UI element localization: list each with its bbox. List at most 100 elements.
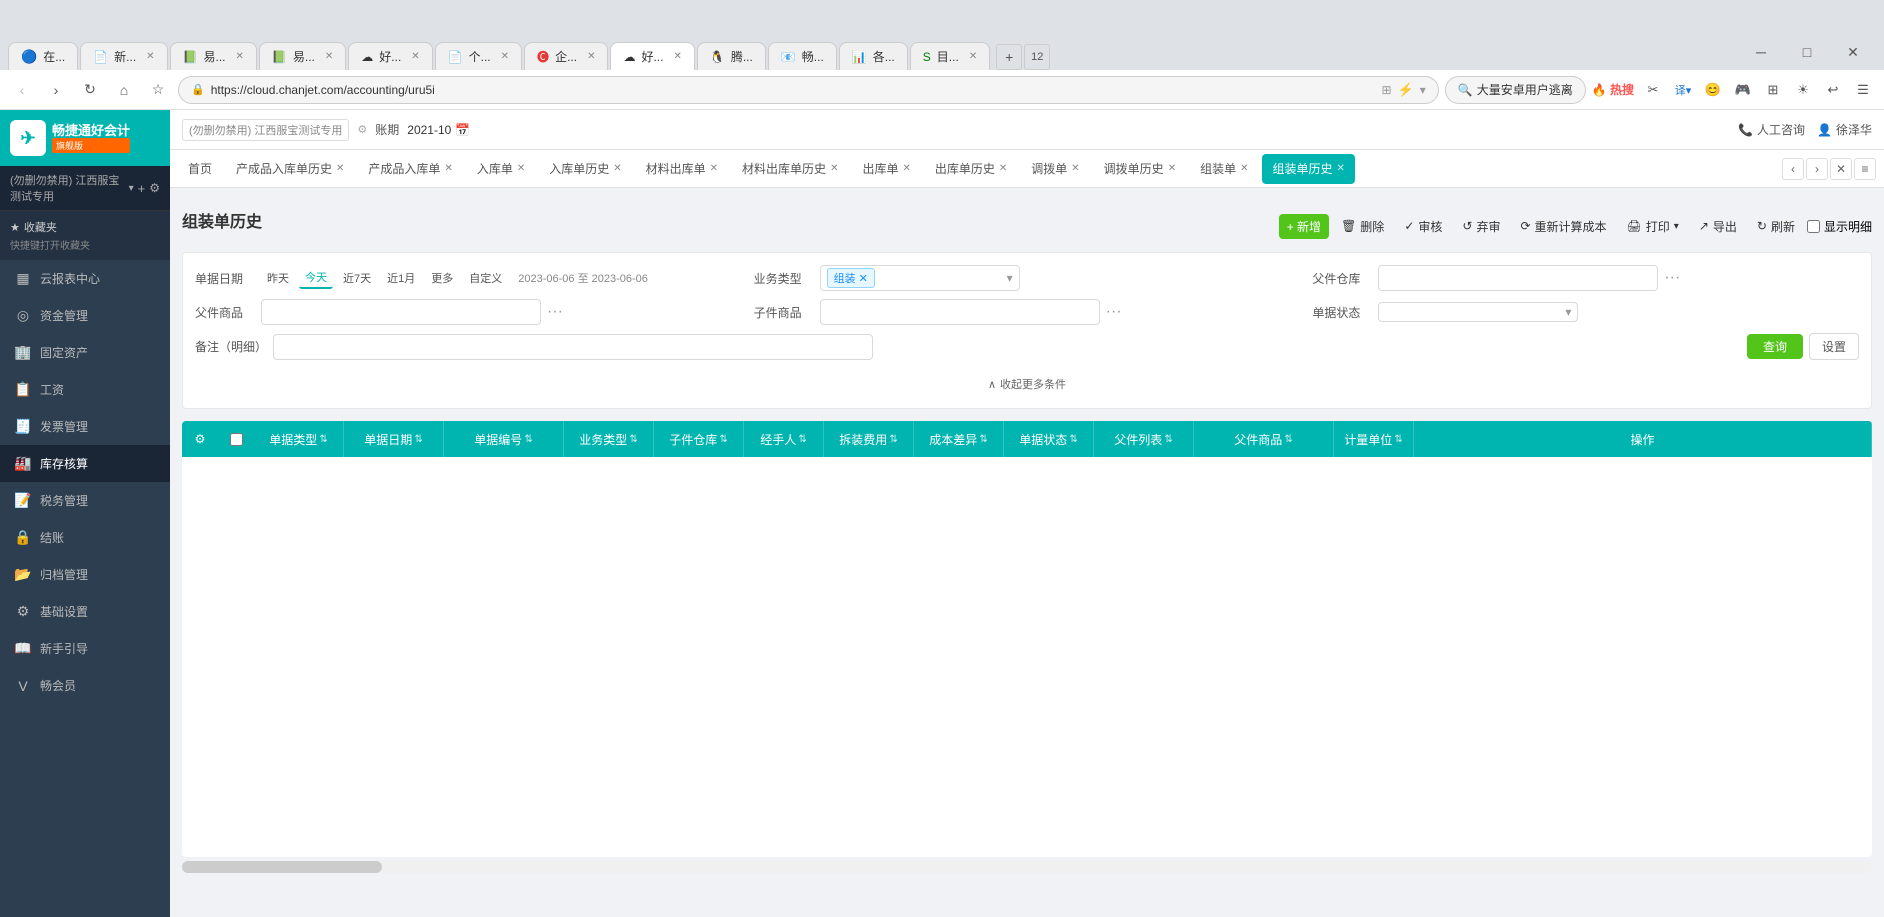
browser-tab-4[interactable]: 📗 易... ✕ — [259, 42, 346, 70]
tab-close-icon[interactable]: ✕ — [710, 163, 718, 174]
select-all-checkbox[interactable] — [230, 433, 243, 446]
th-parentlist[interactable]: 父件列表 ⇅ — [1094, 421, 1194, 457]
sidebar-item-guide[interactable]: 📖 新手引导 — [0, 630, 170, 667]
browser-tab-10[interactable]: 📧 畅... — [768, 42, 837, 70]
help-btn[interactable]: 📞 人工咨询 — [1738, 121, 1805, 138]
app-tab-home[interactable]: 首页 — [178, 154, 222, 184]
sidebar-item-inventory[interactable]: 🏭 库存核算 — [0, 445, 170, 482]
sidebar-item-salary[interactable]: 📋 工资 — [0, 371, 170, 408]
address-bar[interactable]: 🔒 https://cloud.chanjet.com/accounting/u… — [178, 76, 1439, 104]
browser-tab-12[interactable]: S 目... ✕ — [910, 42, 990, 70]
bookmark-btn[interactable]: ☆ — [144, 76, 172, 104]
browser-tab-7[interactable]: 🅒 企... ✕ — [524, 42, 608, 70]
tab-close-icon[interactable]: ✕ — [1168, 163, 1176, 174]
th-costdiff[interactable]: 成本差异 ⇅ — [914, 421, 1004, 457]
app-tab-out-history[interactable]: 出库单历史 ✕ — [925, 154, 1017, 184]
sidebar-item-checkout[interactable]: 🔒 结账 — [0, 519, 170, 556]
show-detail-checkbox[interactable] — [1807, 220, 1820, 233]
emoji-icon[interactable]: 😊 — [1700, 77, 1726, 103]
th-settings[interactable]: ⚙ — [182, 432, 218, 446]
refresh-btn[interactable]: ↻ 刷新 — [1749, 214, 1803, 239]
print-dropdown-icon[interactable]: ▾ — [1674, 221, 1679, 232]
tab-close-icon[interactable]: ✕ — [613, 163, 621, 174]
month1-btn[interactable]: 近1月 — [381, 268, 421, 288]
sidebar-item-assets[interactable]: 🏢 固定资产 — [0, 334, 170, 371]
browser-tab-6[interactable]: 📄 个... ✕ — [435, 42, 522, 70]
th-type[interactable]: 单据类型 ⇅ — [254, 421, 344, 457]
sidebar-item-reports[interactable]: ▦ 云报表中心 — [0, 260, 170, 297]
sidebar-item-archive[interactable]: 📂 归档管理 — [0, 556, 170, 593]
th-status[interactable]: 单据状态 ⇅ — [1004, 421, 1094, 457]
browser-search-bar[interactable]: 🔍 大量安卓用户逃离 — [1445, 76, 1586, 104]
app-tab-material-out-history[interactable]: 材料出库单历史 ✕ — [732, 154, 848, 184]
abandon-btn[interactable]: ↺ 弃审 — [1454, 214, 1508, 239]
browser-tab-1[interactable]: 🔵 在... — [8, 42, 78, 70]
app-tab-transfer[interactable]: 调拨单 ✕ — [1021, 154, 1089, 184]
th-date[interactable]: 单据日期 ⇅ — [344, 421, 444, 457]
biz-type-dropdown-icon[interactable]: ▾ — [1007, 271, 1013, 285]
scissors-icon[interactable]: ✂ — [1640, 77, 1666, 103]
yesterday-btn[interactable]: 昨天 — [261, 268, 295, 288]
app-tab-material-out[interactable]: 材料出库单 ✕ — [636, 154, 728, 184]
scroll-left-btn[interactable]: ‹ — [1782, 158, 1804, 180]
app-tab-in-history[interactable]: 入库单历史 ✕ — [539, 154, 631, 184]
review-btn[interactable]: ✓ 审核 — [1396, 214, 1450, 239]
tab-close-icon[interactable]: ✕ — [517, 163, 525, 174]
reload-btn[interactable]: ↻ — [76, 76, 104, 104]
scroll-right-btn[interactable]: › — [1806, 158, 1828, 180]
app-tab-transfer-history[interactable]: 调拨单历史 ✕ — [1094, 154, 1186, 184]
bill-status-container[interactable]: ▾ — [1378, 302, 1578, 322]
grid-icon[interactable]: ⊞ — [1760, 77, 1786, 103]
company-selector[interactable]: (勿删勿禁用) 江西服宝测试专用 ▾ + ⚙ — [0, 166, 170, 211]
menu-icon[interactable]: ☰ — [1850, 77, 1876, 103]
app-tab-in[interactable]: 入库单 ✕ — [467, 154, 535, 184]
scrollbar-thumb[interactable] — [182, 861, 382, 873]
child-goods-input[interactable] — [820, 299, 1100, 325]
maximize-btn[interactable]: □ — [1784, 36, 1830, 70]
sidebar-item-settings[interactable]: ⚙ 基础设置 — [0, 593, 170, 630]
company-dropdown-icon[interactable]: ▾ — [129, 183, 134, 194]
app-tab-out[interactable]: 出库单 ✕ — [852, 154, 920, 184]
app-tab-product-in[interactable]: 产成品入库单 ✕ — [358, 154, 462, 184]
sidebar-item-tax[interactable]: 📝 税务管理 — [0, 482, 170, 519]
th-number[interactable]: 单据编号 ⇅ — [444, 421, 564, 457]
tag-close-icon[interactable]: ✕ — [859, 272, 868, 285]
browser-tab-11[interactable]: 📊 各... — [839, 42, 908, 70]
forward-btn[interactable]: › — [42, 76, 70, 104]
app-tab-assemble-history[interactable]: 组装单历史 ✕ — [1262, 154, 1354, 184]
new-tab-btn[interactable]: + — [996, 44, 1022, 70]
th-checkbox[interactable] — [218, 433, 254, 446]
biz-type-container[interactable]: 组装 ✕ ▾ — [820, 265, 1020, 291]
horizontal-scrollbar[interactable] — [182, 861, 1872, 873]
parent-warehouse-more-icon[interactable]: ··· — [1664, 269, 1680, 287]
remark-input[interactable] — [273, 334, 873, 360]
home-btn[interactable]: ⌂ — [110, 76, 138, 104]
parent-goods-more-icon[interactable]: ··· — [547, 303, 563, 321]
dropdown-icon[interactable]: ▾ — [1420, 83, 1426, 97]
sidebar-item-invoice[interactable]: 🧾 发票管理 — [0, 408, 170, 445]
th-handler[interactable]: 经手人 ⇅ — [744, 421, 824, 457]
back-btn[interactable]: ‹ — [8, 76, 36, 104]
tab-close-icon[interactable]: ✕ — [830, 163, 838, 174]
parent-goods-input[interactable] — [261, 299, 541, 325]
show-detail-toggle[interactable]: 显示明细 — [1807, 218, 1872, 235]
game-icon[interactable]: 🎮 — [1730, 77, 1756, 103]
tab-close-icon[interactable]: ✕ — [336, 163, 344, 174]
favorites-title[interactable]: ★ 收藏夹 — [10, 219, 160, 235]
close-tab-btn[interactable]: ✕ — [1830, 158, 1852, 180]
app-tab-product-in-history[interactable]: 产成品入库单历史 ✕ — [226, 154, 354, 184]
close-btn[interactable]: ✕ — [1830, 36, 1876, 70]
settings-btn[interactable]: 设置 — [1809, 333, 1859, 360]
add-btn[interactable]: + 新增 — [1279, 214, 1329, 239]
parent-warehouse-input[interactable] — [1378, 265, 1658, 291]
browser-tab-3[interactable]: 📗 易... ✕ — [170, 42, 257, 70]
tab-close-icon[interactable]: ✕ — [999, 163, 1007, 174]
delete-btn[interactable]: 🗑 删除 — [1333, 214, 1392, 239]
today-btn[interactable]: 今天 — [299, 267, 333, 289]
th-disassemble[interactable]: 拆装费用 ⇅ — [824, 421, 914, 457]
tab-close-icon[interactable]: ✕ — [444, 163, 452, 174]
more-tabs-btn[interactable]: ≡ — [1854, 158, 1876, 180]
th-unit[interactable]: 计量单位 ⇅ — [1334, 421, 1414, 457]
user-btn[interactable]: 👤 徐泽华 — [1817, 121, 1872, 138]
tab-close-icon[interactable]: ✕ — [1240, 163, 1248, 174]
